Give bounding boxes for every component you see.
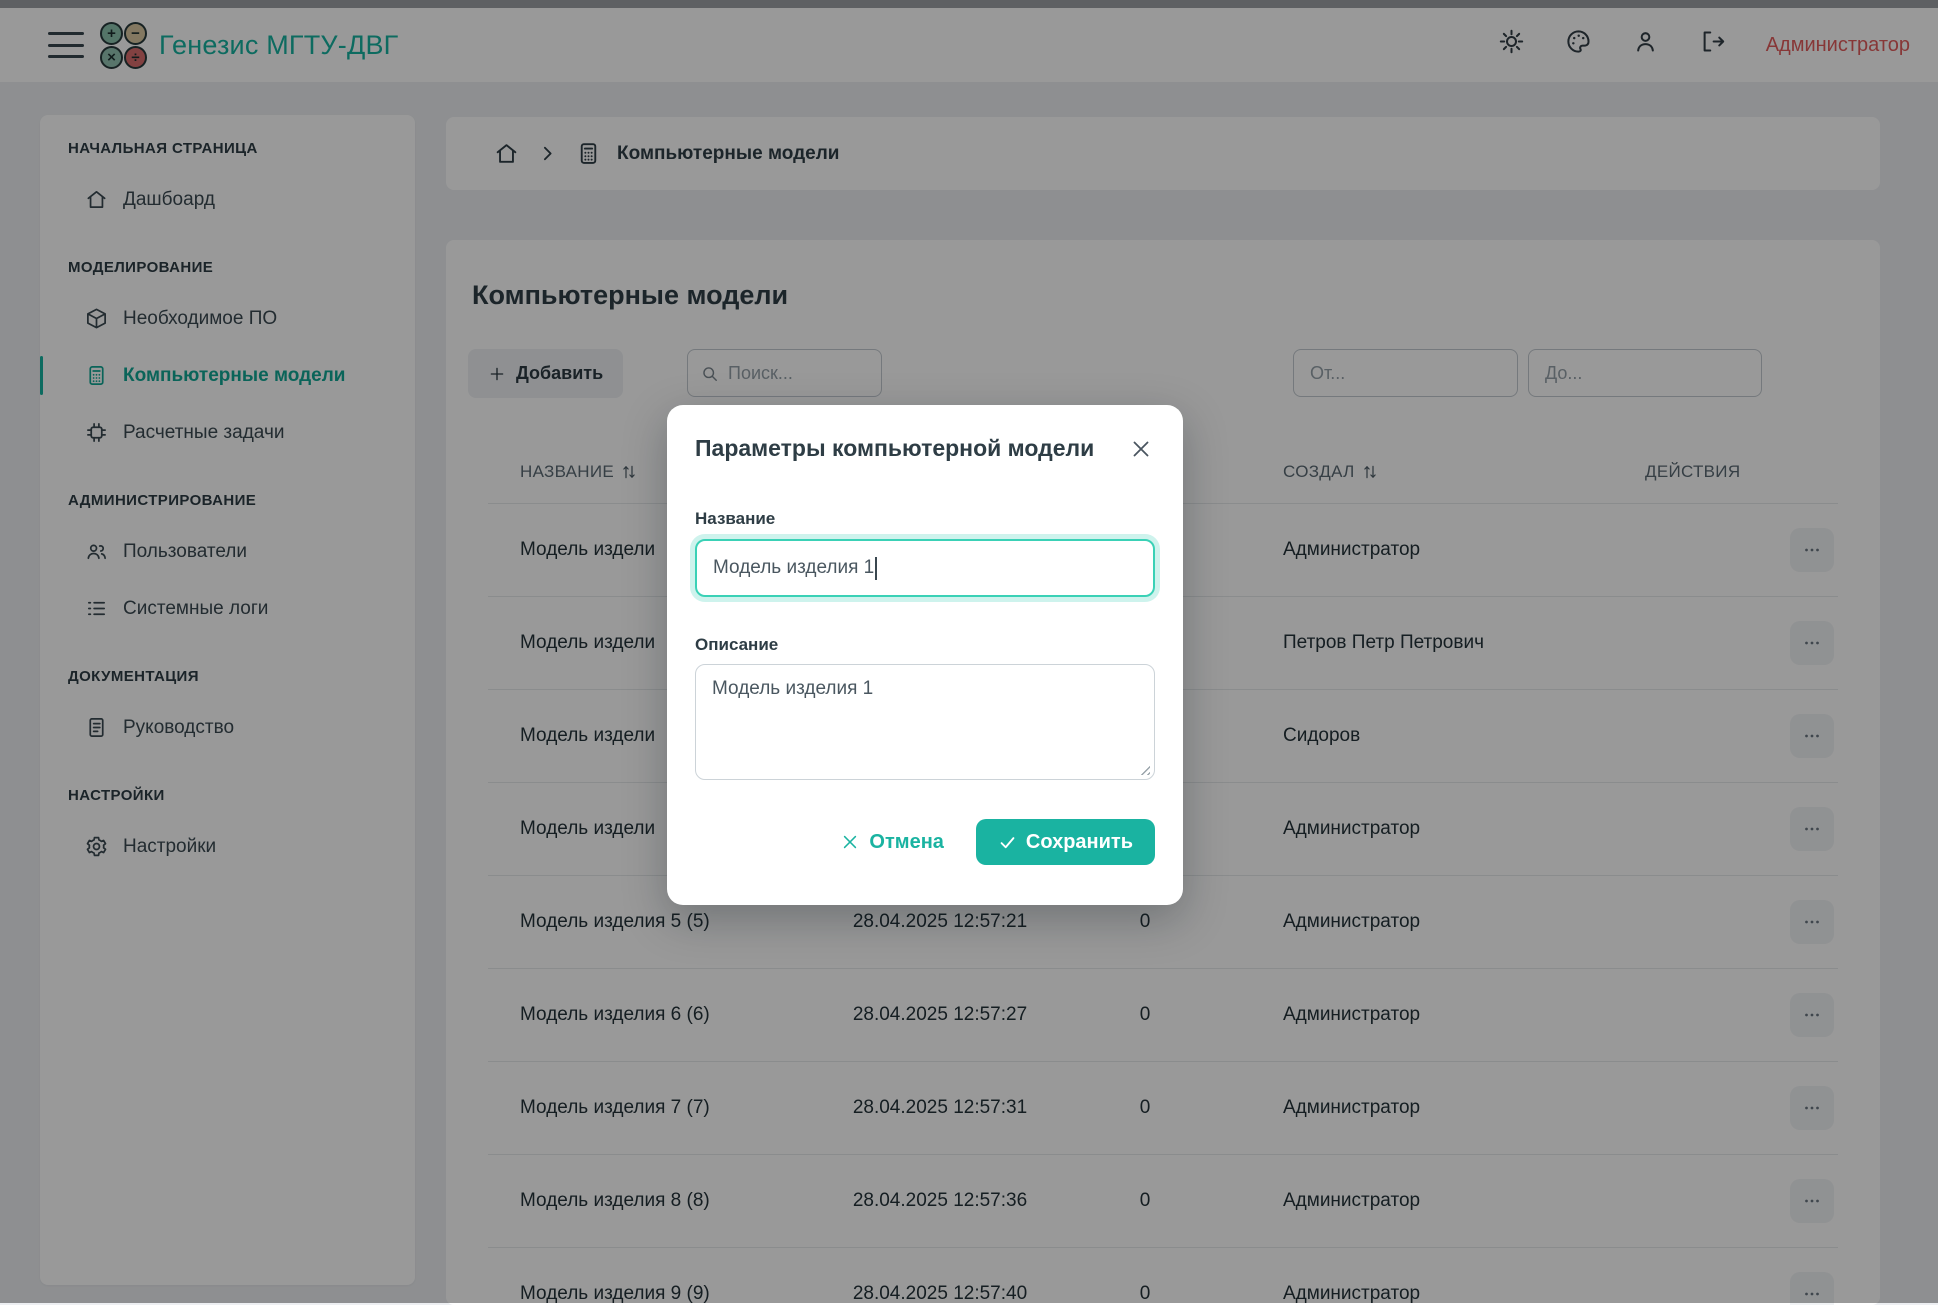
model-params-dialog: Параметры компьютерной модели Название М… [667, 405, 1183, 905]
description-textarea[interactable]: Модель изделия 1 [695, 664, 1155, 780]
dialog-title: Параметры компьютерной модели [695, 435, 1095, 461]
name-input[interactable]: Модель изделия 1 [695, 539, 1155, 597]
save-button[interactable]: Сохранить [975, 819, 1155, 865]
text-caret [875, 556, 877, 580]
cancel-button[interactable]: Отмена [840, 831, 944, 854]
cancel-x-icon [840, 832, 860, 852]
resize-handle[interactable] [1138, 763, 1150, 775]
name-field-label: Название [695, 509, 776, 528]
description-field-label: Описание [695, 635, 779, 654]
check-icon [998, 833, 1017, 852]
close-icon[interactable] [1127, 435, 1155, 463]
